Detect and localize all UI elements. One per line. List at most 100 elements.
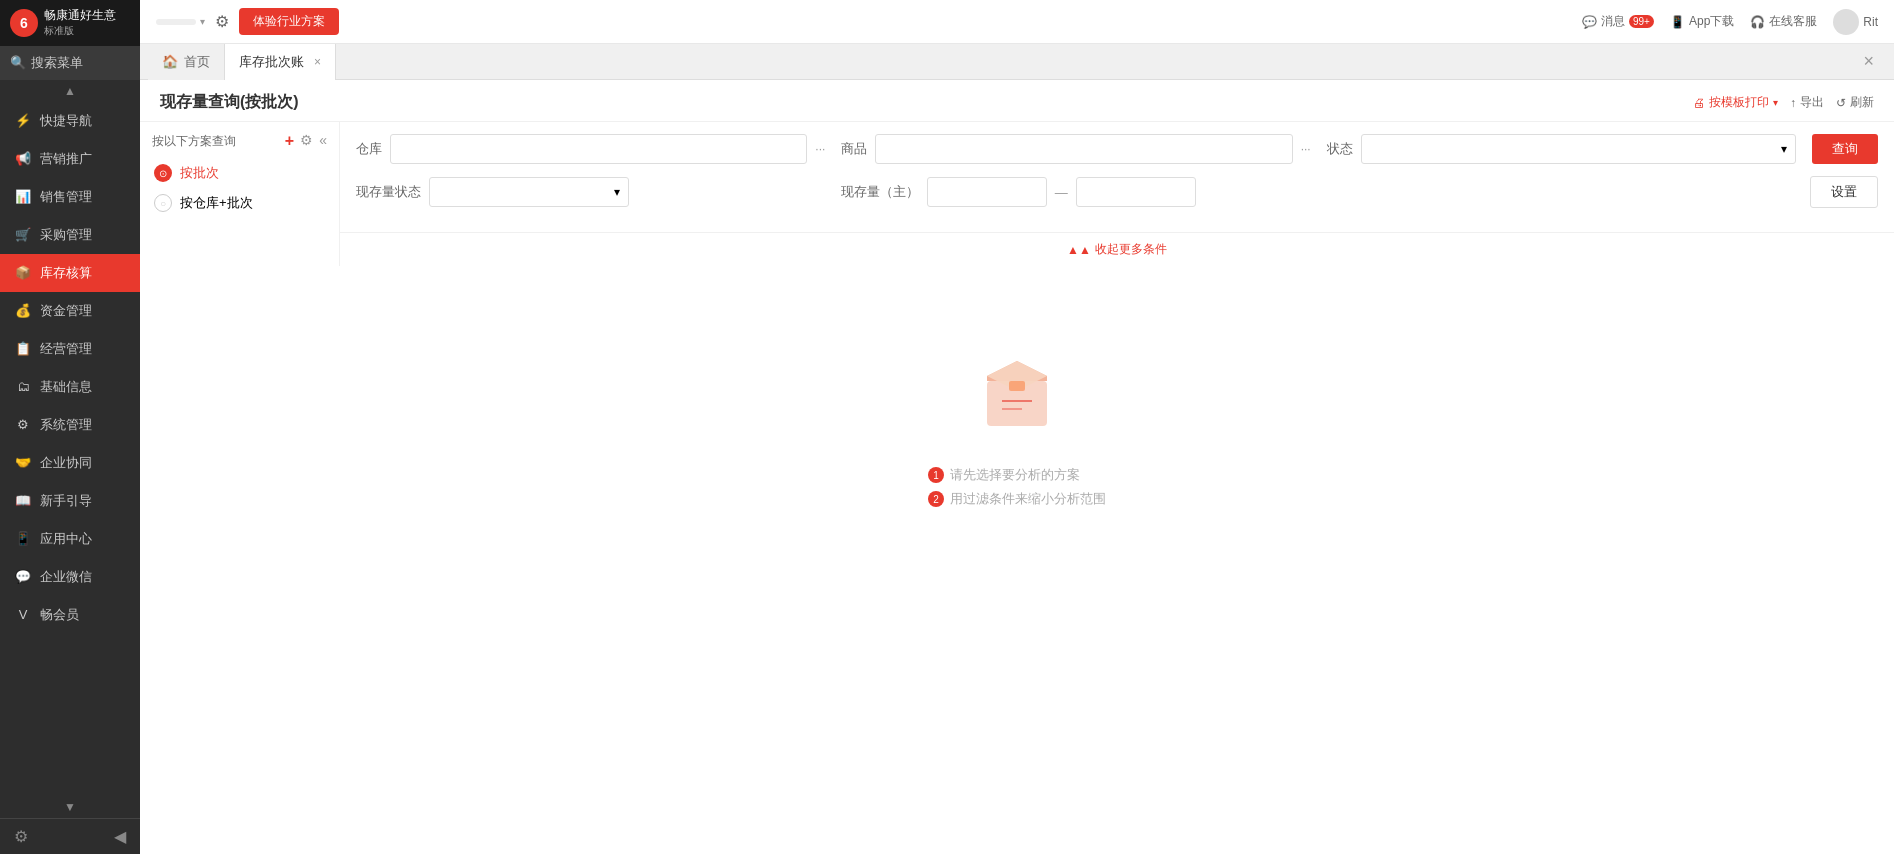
empty-tip-1: 1 请先选择要分析的方案 [928, 466, 1106, 484]
collapse-bar[interactable]: ▲▲ 收起更多条件 [340, 232, 1894, 266]
inventory-icon: 📦 [14, 264, 32, 282]
warehouse-input[interactable] [390, 134, 807, 164]
sidebar-item-enterprise[interactable]: 🤝 企业协同 [0, 444, 140, 482]
collapse-up-icon: ▲▲ [1067, 243, 1091, 257]
export-button[interactable]: ↑ 导出 [1790, 94, 1824, 111]
sidebar-item-marketing[interactable]: 📢 营销推广 [0, 140, 140, 178]
settings-button[interactable]: 设置 [1810, 176, 1878, 208]
tab-inventory-batch[interactable]: 库存批次账 × [225, 44, 336, 80]
inventory-status-dropdown-icon: ▾ [614, 185, 620, 199]
sidebar-item-quick-nav[interactable]: ⚡ 快捷导航 [0, 102, 140, 140]
sidebar-collapse-icon[interactable]: ◀ [114, 827, 126, 846]
system-icon: ⚙ [14, 416, 32, 434]
status-dropdown-icon: ▾ [1781, 142, 1787, 156]
sidebar-item-app-center[interactable]: 📱 应用中心 [0, 520, 140, 558]
tab-close-icon[interactable]: × [314, 55, 321, 69]
sidebar-item-guide[interactable]: 📖 新手引导 [0, 482, 140, 520]
refresh-icon: ↺ [1836, 96, 1846, 110]
scheme-item-warehouse-batch[interactable]: ○ 按仓库+批次 [140, 188, 339, 218]
marketing-icon: 📢 [14, 150, 32, 168]
tab-home[interactable]: 🏠 首页 [148, 44, 225, 80]
filter-row-1: 仓库 ··· 商品 ··· 状态 [356, 134, 1878, 164]
content-area: 现存量查询(按批次) 🖨 按模板打印 ▾ ↑ 导出 ↺ 刷新 [140, 80, 1894, 854]
sidebar-nav: ⚡ 快捷导航 📢 营销推广 📊 销售管理 🛒 采购管理 📦 库存核算 💰 资金管… [0, 102, 140, 796]
home-icon: 🏠 [162, 54, 178, 69]
scheme-add-icon[interactable]: + [285, 132, 294, 150]
sidebar: 6 畅康通好生意 标准版 🔍 搜索菜单 ▲ ⚡ 快捷导航 📢 营销推广 📊 销售… [0, 0, 140, 854]
scheme-gear-icon[interactable]: ⚙ [300, 132, 313, 150]
scheme-item-batch[interactable]: ⊙ 按批次 [140, 158, 339, 188]
message-icon: 💬 [1582, 15, 1597, 29]
purchase-icon: 🛒 [14, 226, 32, 244]
sidebar-item-finance[interactable]: 💰 资金管理 [0, 292, 140, 330]
tab-close-global-icon[interactable]: × [1851, 51, 1886, 72]
sidebar-item-operation[interactable]: 📋 经营管理 [0, 330, 140, 368]
print-dropdown-icon: ▾ [1773, 97, 1778, 108]
finance-icon: 💰 [14, 302, 32, 320]
main-area: ▾ ⚙ 体验行业方案 💬 消息 99+ 📱 App下载 🎧 在线客服 Rit [140, 0, 1894, 854]
sidebar-item-wechat[interactable]: 💬 企业微信 [0, 558, 140, 596]
export-icon: ↑ [1790, 96, 1796, 110]
avatar [1833, 9, 1859, 35]
sidebar-item-purchase[interactable]: 🛒 采购管理 [0, 216, 140, 254]
product-more-icon[interactable]: ··· [1301, 142, 1311, 156]
scheme-batch-icon: ⊙ [154, 164, 172, 182]
enterprise-icon: 🤝 [14, 454, 32, 472]
query-area: 仓库 ··· 商品 ··· 状态 [340, 122, 1894, 266]
basic-icon: 🗂 [14, 378, 32, 396]
product-input[interactable] [875, 134, 1292, 164]
message-button[interactable]: 💬 消息 99+ [1582, 13, 1654, 30]
inventory-qty-field: 现存量（主） — [841, 177, 1310, 207]
sidebar-scroll-down[interactable]: ▼ [0, 796, 140, 818]
topbar: ▾ ⚙ 体验行业方案 💬 消息 99+ 📱 App下载 🎧 在线客服 Rit [140, 0, 1894, 44]
sidebar-item-sales[interactable]: 📊 销售管理 [0, 178, 140, 216]
app-logo: 6 [10, 9, 38, 37]
empty-tip-2: 2 用过滤条件来缩小分析范围 [928, 490, 1106, 508]
sidebar-scroll-up[interactable]: ▲ [0, 80, 140, 102]
inventory-status-select[interactable]: ▾ [429, 177, 629, 207]
app-center-icon: 📱 [14, 530, 32, 548]
sidebar-header: 6 畅康通好生意 标准版 [0, 0, 140, 46]
operation-icon: 📋 [14, 340, 32, 358]
product-field: 商品 ··· [841, 134, 1310, 164]
search-icon: 🔍 [10, 55, 26, 70]
empty-icon [967, 346, 1067, 446]
app-download-icon: 📱 [1670, 15, 1685, 29]
wechat-icon: 💬 [14, 568, 32, 586]
sidebar-bottom: ⚙ ◀ [0, 818, 140, 854]
sidebar-item-system[interactable]: ⚙ 系统管理 [0, 406, 140, 444]
status-select[interactable]: ▾ [1361, 134, 1796, 164]
app-title: 畅康通好生意 [44, 8, 116, 24]
sidebar-item-inventory[interactable]: 📦 库存核算 [0, 254, 140, 292]
quick-nav-icon: ⚡ [14, 112, 32, 130]
breadcrumb-arrow-icon: ▾ [200, 16, 205, 27]
topbar-gear-icon[interactable]: ⚙ [215, 12, 229, 31]
filter-row-2: 现存量状态 ▾ 现存量（主） — [356, 176, 1878, 208]
app-download-button[interactable]: 📱 App下载 [1670, 13, 1734, 30]
inventory-qty-max-input[interactable] [1076, 177, 1196, 207]
scheme-collapse-icon[interactable]: « [319, 132, 327, 150]
scheme-warehouse-icon: ○ [154, 194, 172, 212]
warehouse-field: 仓库 ··· [356, 134, 825, 164]
sidebar-settings-icon[interactable]: ⚙ [14, 827, 28, 846]
vip-icon: V [14, 606, 32, 624]
print-button[interactable]: 🖨 按模板打印 ▾ [1693, 94, 1778, 111]
sidebar-item-vip[interactable]: V 畅会员 [0, 596, 140, 634]
breadcrumb: ▾ [156, 16, 205, 27]
scheme-panel: 按以下方案查询 + ⚙ « ⊙ 按批次 ○ 按仓库+批次 [140, 122, 340, 266]
refresh-button[interactable]: ↺ 刷新 [1836, 94, 1874, 111]
svg-rect-5 [1009, 381, 1025, 391]
customer-service-button[interactable]: 🎧 在线客服 [1750, 13, 1817, 30]
trial-industry-button[interactable]: 体验行业方案 [239, 8, 339, 35]
user-avatar-area[interactable]: Rit [1833, 9, 1878, 35]
inventory-qty-min-input[interactable] [927, 177, 1047, 207]
sidebar-search[interactable]: 🔍 搜索菜单 [0, 46, 140, 80]
query-button[interactable]: 查询 [1812, 134, 1878, 164]
scheme-header: 按以下方案查询 + ⚙ « [140, 132, 339, 158]
warehouse-more-icon[interactable]: ··· [815, 142, 825, 156]
message-badge: 99+ [1629, 15, 1654, 28]
sidebar-item-basic[interactable]: 🗂 基础信息 [0, 368, 140, 406]
headset-icon: 🎧 [1750, 15, 1765, 29]
filter-panel: 按以下方案查询 + ⚙ « ⊙ 按批次 ○ 按仓库+批次 [140, 122, 1894, 266]
sales-icon: 📊 [14, 188, 32, 206]
